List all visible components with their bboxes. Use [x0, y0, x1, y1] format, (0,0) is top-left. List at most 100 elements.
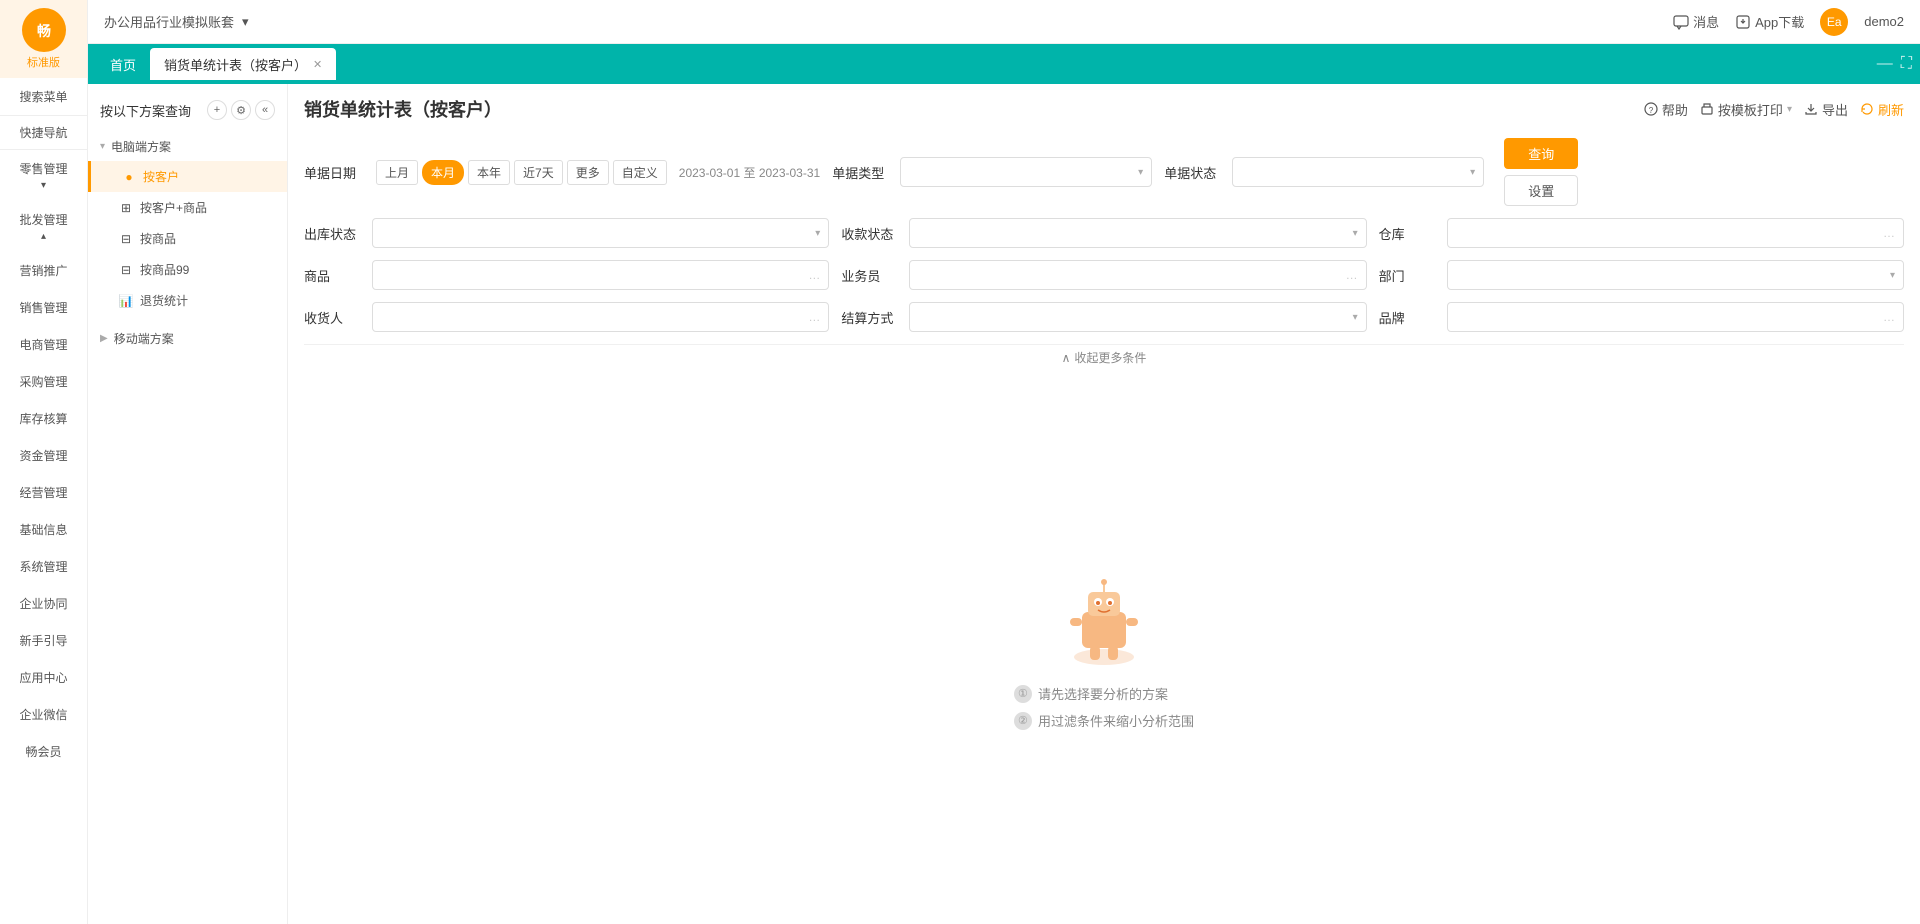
- doc-status-select[interactable]: ▾: [1232, 157, 1484, 187]
- sidebar-item-wechat[interactable]: 企业微信: [0, 696, 87, 733]
- tab-sales-stat[interactable]: 销货单统计表（按客户） ✕: [150, 48, 336, 80]
- panel-item-by-goods[interactable]: ⊟ 按商品: [88, 223, 287, 254]
- doc-type-select[interactable]: ▾: [900, 157, 1152, 187]
- sidebar-item-basic[interactable]: 基础信息: [0, 511, 87, 548]
- svg-text:畅: 畅: [37, 23, 51, 39]
- payment-select[interactable]: ▾: [909, 302, 1366, 332]
- panel-section-mobile-title[interactable]: ▶ 移动端方案: [88, 324, 287, 353]
- filter-area: 单据日期 上月 本月 本年 近7天 更多 自定义 2023-03-01 至 20…: [288, 130, 1920, 378]
- receipt-status-label: 收款状态: [841, 224, 901, 243]
- doc-type-label: 单据类型: [832, 163, 892, 182]
- sidebar-item-ecommerce[interactable]: 电商管理: [0, 326, 87, 363]
- date-range-display: 2023-03-01 至 2023-03-31: [679, 164, 820, 181]
- panel-item-by-customer-goods[interactable]: ⊞ 按客户+商品: [88, 192, 287, 223]
- panel-add-button[interactable]: +: [207, 100, 227, 120]
- app-download-button[interactable]: App下载: [1735, 12, 1804, 31]
- sidebar-item-appstore[interactable]: 应用中心: [0, 659, 87, 696]
- out-status-arrow: ▾: [815, 228, 820, 239]
- retail-label: 零售管理: [19, 160, 67, 177]
- tip-num-1: ①: [1014, 685, 1032, 703]
- collapse-label: 收起更多条件: [1074, 349, 1146, 366]
- receipt-status-arrow: ▾: [1353, 228, 1358, 239]
- sidebar-item-sales[interactable]: 销售管理: [0, 289, 87, 326]
- out-status-select[interactable]: ▾: [372, 218, 829, 248]
- panel-item-return-stat[interactable]: 📊 退货统计: [88, 285, 287, 316]
- export-button[interactable]: 导出: [1804, 100, 1848, 119]
- goods-input[interactable]: …: [372, 260, 829, 290]
- date-btn-last7[interactable]: 近7天: [514, 160, 563, 185]
- query-button[interactable]: 查询: [1504, 138, 1578, 169]
- collapse-row[interactable]: ∧ 收起更多条件: [304, 344, 1904, 370]
- sidebar-item-system[interactable]: 系统管理: [0, 548, 87, 585]
- receipt-status-select[interactable]: ▾: [909, 218, 1366, 248]
- tab-close-button[interactable]: ✕: [313, 58, 322, 71]
- sidebar-item-finance[interactable]: 资金管理: [0, 437, 87, 474]
- sidebar-item-newbie[interactable]: 新手引导: [0, 622, 87, 659]
- tab-sales-stat-label: 销货单统计表（按客户）: [164, 55, 307, 74]
- payment-label: 结算方式: [841, 308, 901, 327]
- date-btn-this-month[interactable]: 本月: [422, 160, 464, 185]
- date-btn-this-year[interactable]: 本年: [468, 160, 510, 185]
- tab-home[interactable]: 首页: [96, 48, 150, 80]
- sidebar-item-enterprise[interactable]: 企业协同: [0, 585, 87, 622]
- purchase-label: 采购管理: [19, 373, 67, 390]
- help-icon: ?: [1644, 102, 1658, 116]
- wholesale-label: 批发管理: [19, 211, 67, 228]
- settings-button[interactable]: 设置: [1504, 175, 1578, 206]
- doc-status-col: 单据状态 ▾: [1164, 157, 1484, 187]
- quick-nav-item[interactable]: 快捷导航: [0, 116, 87, 150]
- sidebar-item-inventory[interactable]: 库存核算: [0, 400, 87, 437]
- help-button[interactable]: ? 帮助: [1644, 100, 1688, 119]
- date-btn-more[interactable]: 更多: [567, 160, 609, 185]
- panel-section-pc-title[interactable]: ▾ 电脑端方案: [88, 132, 287, 161]
- enterprise-label: 企业协同: [19, 595, 67, 612]
- sidebar-item-operation[interactable]: 经营管理: [0, 474, 87, 511]
- message-button[interactable]: 消息: [1673, 12, 1719, 31]
- payment-col: 结算方式 ▾: [841, 302, 1366, 332]
- sidebar-item-vip[interactable]: 畅会员: [0, 733, 87, 770]
- tab-bar-actions: — ⛶: [1877, 55, 1912, 73]
- brand-input[interactable]: …: [1447, 302, 1904, 332]
- goods-label: 商品: [304, 266, 364, 285]
- page-actions: ? 帮助 按模板打印 ▾ 导出 刷新: [1644, 100, 1904, 119]
- goods-col: 商品 …: [304, 260, 829, 290]
- sidebar-item-retail[interactable]: 零售管理 ▾: [0, 150, 87, 201]
- dept-select[interactable]: ▾: [1447, 260, 1904, 290]
- sidebar-item-purchase[interactable]: 采购管理: [0, 363, 87, 400]
- panel-settings-button[interactable]: ⚙: [231, 100, 251, 120]
- sidebar-item-wholesale[interactable]: 批发管理 ▴: [0, 201, 87, 252]
- tab-minimize-button[interactable]: —: [1877, 55, 1893, 73]
- print-dropdown-arrow[interactable]: ▾: [1787, 104, 1792, 115]
- title-dropdown-arrow[interactable]: ▾: [242, 14, 249, 30]
- by-customer-label: 按客户: [143, 168, 179, 185]
- panel-item-by-goods99[interactable]: ⊟ 按商品99: [88, 254, 287, 285]
- avatar[interactable]: Ea: [1820, 8, 1848, 36]
- print-button[interactable]: 按模板打印 ▾: [1700, 100, 1792, 119]
- tab-maximize-button[interactable]: ⛶: [1901, 55, 1912, 73]
- operation-label: 经营管理: [19, 484, 67, 501]
- vip-label: 畅会员: [25, 743, 61, 760]
- doc-status-arrow: ▾: [1470, 167, 1475, 178]
- brand-dots: …: [1883, 310, 1895, 324]
- goods-dots: …: [808, 268, 820, 282]
- panel-header-actions: + ⚙ «: [207, 100, 275, 120]
- receiver-label: 收货人: [304, 308, 364, 327]
- receiver-input[interactable]: …: [372, 302, 829, 332]
- app-download-label: App下载: [1755, 12, 1804, 31]
- warehouse-input[interactable]: …: [1447, 218, 1904, 248]
- panel-item-by-customer[interactable]: ● 按客户: [88, 161, 287, 192]
- panel-collapse-button[interactable]: «: [255, 100, 275, 120]
- refresh-button[interactable]: 刷新: [1860, 100, 1904, 119]
- finance-label: 资金管理: [19, 447, 67, 464]
- date-btn-last-month[interactable]: 上月: [376, 160, 418, 185]
- search-menu-item[interactable]: 搜索菜单: [0, 78, 87, 116]
- sidebar-item-marketing[interactable]: 营销推广: [0, 252, 87, 289]
- message-icon: [1673, 14, 1689, 30]
- dept-arrow: ▾: [1890, 270, 1895, 281]
- refresh-icon: [1860, 102, 1874, 116]
- receiver-col: 收货人 …: [304, 302, 829, 332]
- salesman-input[interactable]: …: [909, 260, 1366, 290]
- empty-tip-2: ② 用过滤条件来缩小分析范围: [1014, 711, 1194, 730]
- logo-area: 畅 标准版: [0, 0, 87, 78]
- date-btn-custom[interactable]: 自定义: [613, 160, 667, 185]
